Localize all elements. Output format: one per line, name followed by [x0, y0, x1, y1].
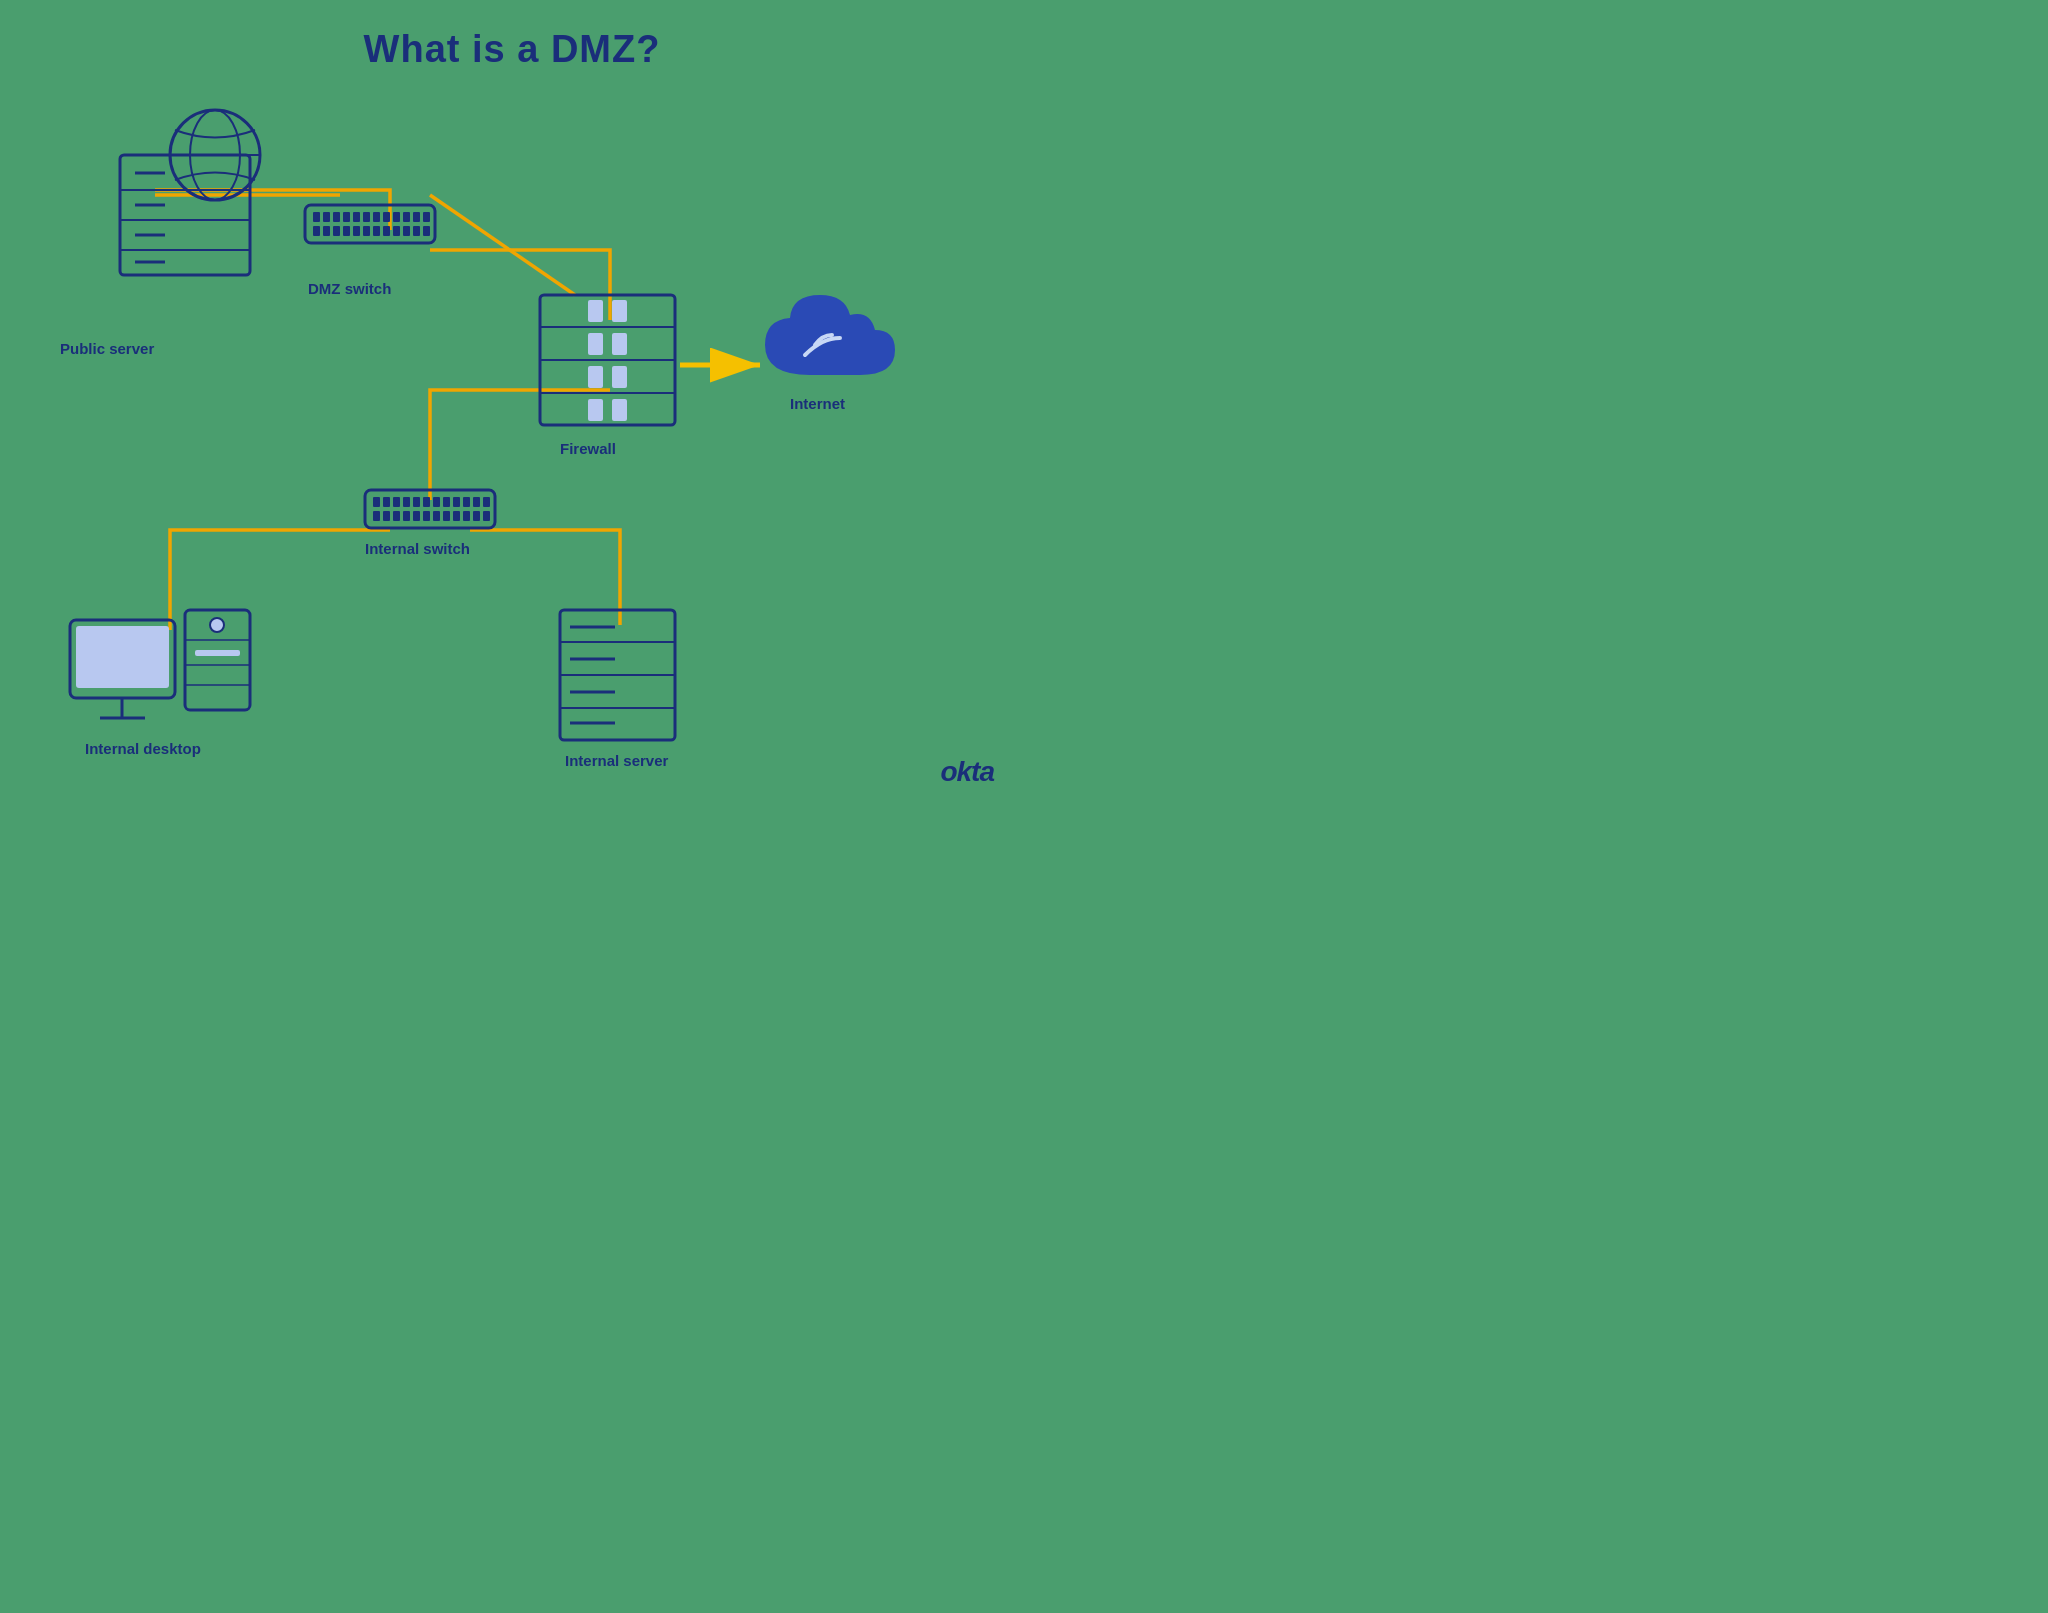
svg-rect-55: [393, 497, 400, 507]
okta-logo: okta: [940, 756, 994, 788]
svg-rect-69: [413, 511, 420, 521]
svg-rect-25: [403, 212, 410, 222]
svg-rect-70: [423, 511, 430, 521]
public-server-label: Public server: [60, 340, 154, 357]
svg-rect-35: [383, 226, 390, 236]
svg-rect-58: [423, 497, 430, 507]
svg-rect-50: [588, 399, 603, 421]
firewall-label: Firewall: [560, 440, 616, 457]
svg-rect-34: [373, 226, 380, 236]
svg-rect-56: [403, 497, 410, 507]
svg-rect-49: [612, 366, 627, 388]
svg-rect-48: [588, 366, 603, 388]
internet-label: Internet: [790, 395, 845, 412]
svg-rect-28: [313, 226, 320, 236]
svg-rect-54: [383, 497, 390, 507]
svg-rect-47: [612, 333, 627, 355]
svg-rect-32: [353, 226, 360, 236]
internal-desktop-label: Internal desktop: [85, 740, 201, 757]
svg-rect-63: [473, 497, 480, 507]
svg-rect-59: [433, 497, 440, 507]
svg-rect-86: [195, 650, 240, 656]
svg-rect-15: [305, 205, 435, 243]
svg-rect-71: [433, 511, 440, 521]
svg-rect-38: [413, 226, 420, 236]
internal-switch-label: Internal switch: [365, 540, 470, 557]
svg-rect-45: [612, 300, 627, 322]
svg-rect-78: [76, 626, 169, 688]
svg-rect-51: [612, 399, 627, 421]
svg-rect-26: [413, 212, 420, 222]
svg-point-85: [210, 618, 224, 632]
svg-rect-20: [353, 212, 360, 222]
svg-rect-21: [363, 212, 370, 222]
svg-rect-16: [313, 212, 320, 222]
svg-line-1: [430, 195, 575, 295]
svg-rect-64: [483, 497, 490, 507]
diagram-canvas: What is a DMZ?: [0, 0, 1024, 806]
svg-rect-73: [453, 511, 460, 521]
internal-server-label: Internal server: [565, 752, 668, 769]
dmz-switch-label: DMZ switch: [308, 280, 391, 297]
svg-rect-31: [343, 226, 350, 236]
svg-rect-17: [323, 212, 330, 222]
svg-rect-72: [443, 511, 450, 521]
svg-rect-66: [383, 511, 390, 521]
svg-rect-29: [323, 226, 330, 236]
svg-rect-53: [373, 497, 380, 507]
svg-rect-61: [453, 497, 460, 507]
svg-rect-23: [383, 212, 390, 222]
svg-rect-74: [463, 511, 470, 521]
svg-rect-62: [463, 497, 470, 507]
svg-rect-36: [393, 226, 400, 236]
svg-rect-37: [403, 226, 410, 236]
svg-rect-39: [423, 226, 430, 236]
svg-rect-19: [343, 212, 350, 222]
svg-rect-60: [443, 497, 450, 507]
svg-rect-22: [373, 212, 380, 222]
svg-rect-65: [373, 511, 380, 521]
svg-rect-30: [333, 226, 340, 236]
svg-rect-18: [333, 212, 340, 222]
svg-rect-27: [423, 212, 430, 222]
svg-rect-44: [588, 300, 603, 322]
svg-rect-76: [483, 511, 490, 521]
svg-rect-46: [588, 333, 603, 355]
svg-rect-68: [403, 511, 410, 521]
svg-rect-24: [393, 212, 400, 222]
svg-rect-57: [413, 497, 420, 507]
svg-rect-33: [363, 226, 370, 236]
svg-rect-67: [393, 511, 400, 521]
svg-rect-75: [473, 511, 480, 521]
